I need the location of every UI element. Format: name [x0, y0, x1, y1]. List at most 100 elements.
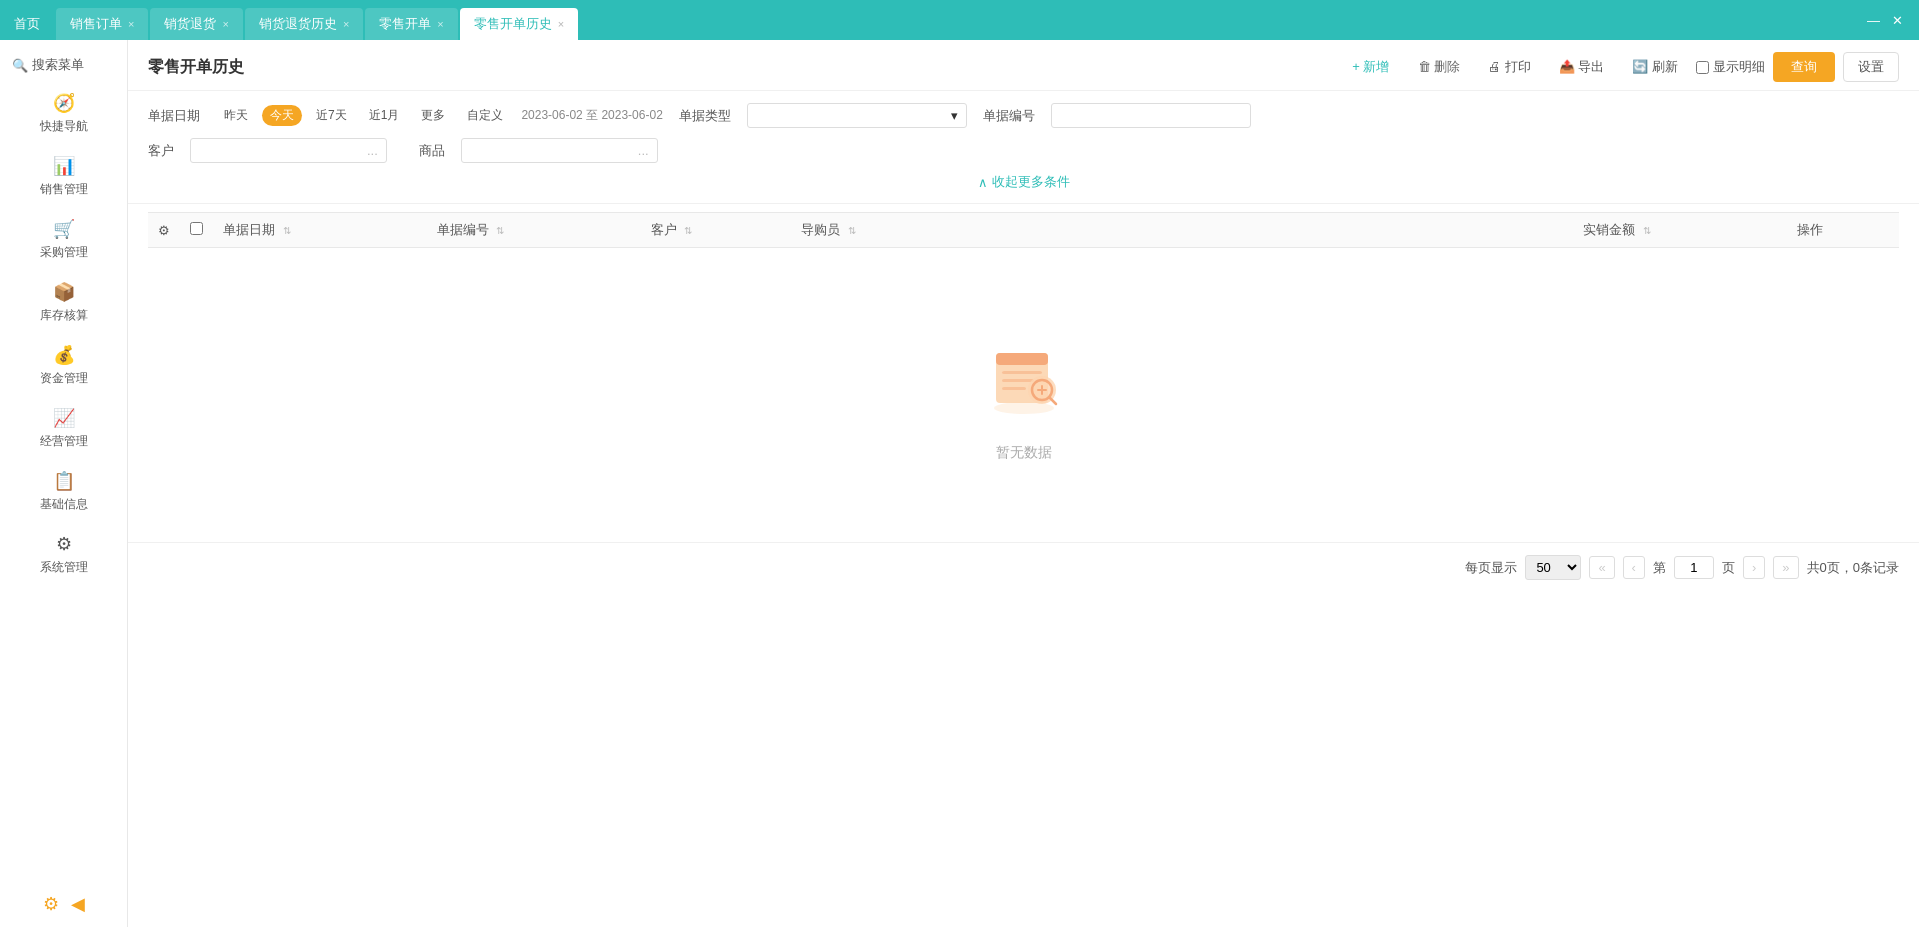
sidebar-icon: 📦 [53, 281, 75, 303]
svg-rect-5 [1002, 387, 1026, 390]
settings-bottom-icon[interactable]: ⚙ [43, 893, 59, 915]
sidebar-icon: 📊 [53, 155, 75, 177]
collapse-icon: ∧ [978, 175, 988, 190]
sidebar-item-基础信息[interactable]: 📋基础信息 [0, 460, 127, 523]
date-btn-more[interactable]: 更多 [413, 105, 453, 126]
doc-type-select[interactable]: ▾ [747, 103, 967, 128]
empty-text: 暂无数据 [996, 444, 1052, 462]
goods-input-wrap[interactable]: ... [461, 138, 658, 163]
customer-dots[interactable]: ... [367, 143, 378, 158]
select-all-checkbox[interactable] [190, 222, 203, 235]
tab-首页[interactable]: 首页 [0, 8, 54, 40]
minimize-button[interactable]: — [1867, 13, 1880, 28]
page-size-label: 每页显示 [1465, 559, 1517, 577]
print-button[interactable]: 🖨 打印 [1478, 53, 1541, 81]
last-page-btn[interactable]: » [1773, 556, 1798, 579]
pagination-bar: 每页显示 50 10 20 100 « ‹ 第 页 › » 共0页，0条记录 [128, 542, 1919, 592]
sidebar-item-销售管理[interactable]: 📊销售管理 [0, 145, 127, 208]
first-page-btn[interactable]: « [1589, 556, 1614, 579]
date-btn-today[interactable]: 今天 [262, 105, 302, 126]
doc-type-label: 单据类型 [679, 107, 731, 125]
data-table: ⚙ 单据日期 ⇅ 单据编号 ⇅ [148, 212, 1899, 542]
empty-illustration [974, 328, 1074, 428]
tab-close-销货退货[interactable]: × [222, 18, 228, 30]
date-quick-btns: 昨天 今天 近7天 近1月 更多 自定义 2023-06-02 至 2023-0… [216, 105, 663, 126]
tab-list: 首页销售订单×销货退货×销货退货历史×零售开单×零售开单历史× [0, 0, 1867, 40]
close-button[interactable]: ✕ [1892, 13, 1903, 28]
customer-input-wrap[interactable]: ... [190, 138, 387, 163]
doc-type-arrow: ▾ [951, 108, 958, 123]
next-page-btn[interactable]: › [1743, 556, 1765, 579]
tab-close-零售开单历史[interactable]: × [558, 18, 564, 30]
page-size-select[interactable]: 50 10 20 100 [1525, 555, 1581, 580]
page-go-label: 第 [1653, 559, 1666, 577]
sidebar-item-经营管理[interactable]: 📈经营管理 [0, 397, 127, 460]
col-date: 单据日期 ⇅ [213, 213, 427, 248]
svg-rect-2 [996, 353, 1048, 365]
tab-销售订单[interactable]: 销售订单× [56, 8, 148, 40]
goods-dots[interactable]: ... [638, 143, 649, 158]
query-button[interactable]: 查询 [1773, 52, 1835, 82]
sidebar-item-采购管理[interactable]: 🛒采购管理 [0, 208, 127, 271]
svg-rect-4 [1002, 379, 1034, 382]
top-bar: 首页销售订单×销货退货×销货退货历史×零售开单×零售开单历史× — ✕ [0, 0, 1919, 40]
show-detail-checkbox[interactable]: 显示明细 [1696, 58, 1765, 76]
table-settings-icon[interactable]: ⚙ [158, 223, 170, 238]
settings-button[interactable]: 设置 [1843, 52, 1899, 82]
sort-guide-icon[interactable]: ⇅ [848, 225, 856, 236]
sort-no-icon[interactable]: ⇅ [496, 225, 504, 236]
tab-零售开单历史[interactable]: 零售开单历史× [460, 8, 578, 40]
doc-no-input[interactable] [1051, 103, 1251, 128]
date-btn-yesterday[interactable]: 昨天 [216, 105, 256, 126]
sidebar-item-库存核算[interactable]: 📦库存核算 [0, 271, 127, 334]
add-button[interactable]: + 新增 [1342, 53, 1399, 81]
filter-row-2: 客户 ... 商品 ... [148, 138, 1899, 163]
sidebar-search[interactable]: 🔍 搜索菜单 [0, 48, 127, 82]
prev-page-btn[interactable]: ‹ [1623, 556, 1645, 579]
date-btn-1month[interactable]: 近1月 [361, 105, 408, 126]
svg-point-0 [994, 402, 1054, 414]
filter-area: 单据日期 昨天 今天 近7天 近1月 更多 自定义 2023-06-02 至 2… [128, 91, 1919, 204]
collapse-more-btn[interactable]: ∧ 收起更多条件 [148, 173, 1899, 191]
collapse-sidebar-icon[interactable]: ◀ [71, 893, 85, 915]
delete-button[interactable]: 🗑 删除 [1408, 53, 1471, 81]
sidebar-item-系统管理[interactable]: ⚙系统管理 [0, 523, 127, 586]
sidebar-icon: 💰 [53, 344, 75, 366]
col-empty [973, 213, 1573, 248]
sidebar-item-资金管理[interactable]: 💰资金管理 [0, 334, 127, 397]
tab-close-销售订单[interactable]: × [128, 18, 134, 30]
sidebar-icon: ⚙ [56, 533, 72, 555]
sidebar-icon: 📋 [53, 470, 75, 492]
tab-零售开单[interactable]: 零售开单× [365, 8, 457, 40]
col-customer: 客户 ⇅ [641, 213, 791, 248]
date-btn-7days[interactable]: 近7天 [308, 105, 355, 126]
tab-销货退货[interactable]: 销货退货× [150, 8, 242, 40]
sort-customer-icon[interactable]: ⇅ [684, 225, 692, 236]
col-action: 操作 [1787, 213, 1899, 248]
window-actions: — ✕ [1867, 13, 1919, 28]
sort-amount-icon[interactable]: ⇅ [1643, 225, 1651, 236]
show-detail-input[interactable] [1696, 61, 1709, 74]
table-body: 暂无数据 [148, 248, 1899, 543]
export-button[interactable]: 📤 导出 [1549, 53, 1615, 81]
sort-date-icon[interactable]: ⇅ [283, 225, 291, 236]
tab-close-销货退货历史[interactable]: × [343, 18, 349, 30]
search-icon: 🔍 [12, 58, 28, 73]
page-label: 页 [1722, 559, 1735, 577]
tab-销货退货历史[interactable]: 销货退货历史× [245, 8, 363, 40]
date-btn-custom[interactable]: 自定义 [459, 105, 511, 126]
goods-input[interactable] [470, 143, 638, 158]
sidebar: 🔍 搜索菜单 🧭快捷导航📊销售管理🛒采购管理📦库存核算💰资金管理📈经营管理📋基础… [0, 40, 128, 927]
page-header: 零售开单历史 + 新增 🗑 删除 🖨 打印 📤 导出 🔄 刷新 显示明细 查询 … [128, 40, 1919, 91]
empty-state: 暂无数据 [148, 248, 1899, 542]
col-checkbox [180, 213, 213, 248]
tab-close-零售开单[interactable]: × [437, 18, 443, 30]
sidebar-item-快捷导航[interactable]: 🧭快捷导航 [0, 82, 127, 145]
show-detail-label: 显示明细 [1713, 58, 1765, 76]
refresh-button[interactable]: 🔄 刷新 [1622, 53, 1688, 81]
sidebar-icon: 🛒 [53, 218, 75, 240]
col-amount: 实销金额 ⇅ [1573, 213, 1787, 248]
table-header-row: ⚙ 单据日期 ⇅ 单据编号 ⇅ [148, 213, 1899, 248]
customer-input[interactable] [199, 143, 367, 158]
page-input[interactable] [1674, 556, 1714, 579]
